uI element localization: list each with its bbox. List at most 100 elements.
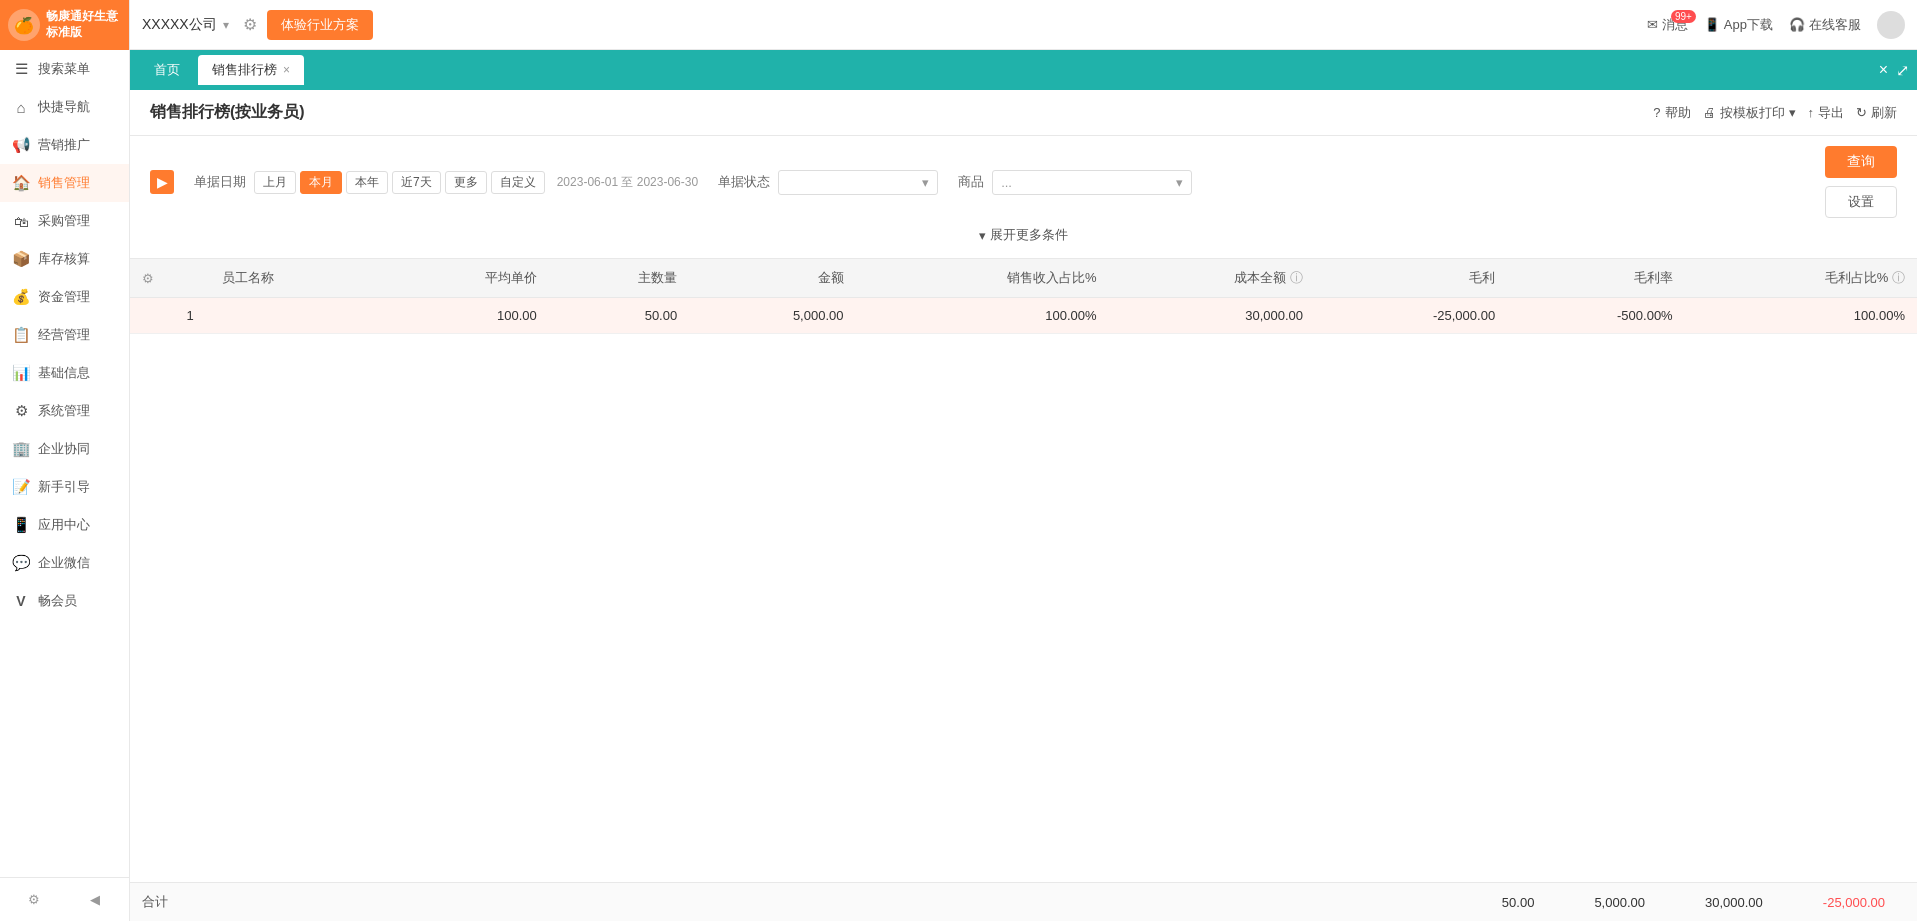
topbar: XXXXX公司 ▾ ⚙ 体验行业方案 ✉ 消息 99+ 📱 App下载 🎧 在线…	[130, 0, 1917, 50]
sidebar-item-finance[interactable]: 💰 资金管理	[0, 278, 129, 316]
td-sales-pct: 100.00%	[856, 298, 1109, 334]
footer-total-label: 合计	[142, 893, 342, 911]
message-button[interactable]: ✉ 消息 99+	[1647, 16, 1688, 34]
td-gross: -25,000.00	[1315, 298, 1507, 334]
expand-conditions-button[interactable]: ▾ 展开更多条件	[979, 226, 1068, 244]
date-btn-last-month[interactable]: 上月	[254, 171, 296, 194]
enterprise-icon: 🏢	[12, 440, 30, 458]
th-name: 员工名称	[210, 259, 379, 298]
operations-icon: 📋	[12, 326, 30, 344]
user-avatar[interactable]	[1877, 11, 1905, 39]
page-header: 销售排行榜(按业务员) ? 帮助 🖨 按模板打印 ▾ ↑ 导出 ↻ 刷新	[130, 90, 1917, 136]
window-expand-icon[interactable]: ⤢	[1896, 61, 1909, 80]
member-icon: V	[12, 593, 30, 609]
footer-qty: 50.00	[1502, 895, 1535, 910]
status-select[interactable]: ▾	[778, 170, 938, 195]
app-download-button[interactable]: 📱 App下载	[1704, 16, 1773, 34]
td-gross-rate: -500.00%	[1507, 298, 1685, 334]
sidebar-item-member[interactable]: V 畅会员	[0, 582, 129, 620]
table-container: ⚙ 员工名称 平均单价 主数量 金额 销售收入占比% 成本全额 ⓘ 毛利	[130, 259, 1917, 882]
guide-icon: 📝	[12, 478, 30, 496]
th-gross-rate: 毛利率	[1507, 259, 1685, 298]
page-title: 销售排行榜(按业务员)	[150, 102, 305, 123]
filter-row: ▶ 单据日期 上月 本月 本年 近7天 更多 自定义 2023-06-01 至 …	[150, 146, 1897, 218]
sidebar-settings-btn[interactable]: ⚙	[8, 886, 61, 913]
tab-sales-ranking[interactable]: 销售排行榜 ×	[198, 55, 304, 85]
gross-pct-info-icon[interactable]: ⓘ	[1892, 270, 1905, 285]
sidebar-item-purchase[interactable]: 🛍 采购管理	[0, 202, 129, 240]
filter-toggle-button[interactable]: ▶	[150, 170, 174, 194]
purchase-icon: 🛍	[12, 213, 30, 230]
date-btn-this-year[interactable]: 本年	[346, 171, 388, 194]
status-dropdown-arrow: ▾	[922, 175, 929, 190]
sidebar-item-basic-info[interactable]: 📊 基础信息	[0, 354, 129, 392]
date-filter: 单据日期 上月 本月 本年 近7天 更多 自定义 2023-06-01 至 20…	[194, 171, 698, 194]
date-btn-this-month[interactable]: 本月	[300, 171, 342, 194]
th-avg-price: 平均单价	[379, 259, 548, 298]
goods-select[interactable]: ... ▾	[992, 170, 1192, 195]
sales-icon: 🏠	[12, 174, 30, 192]
sidebar-item-enterprise[interactable]: 🏢 企业协同	[0, 430, 129, 468]
sidebar: 🍊 畅康通好生意 标准版 ☰ 搜索菜单 ⌂ 快捷导航 📢 营销推广 🏠 销售管理…	[0, 0, 130, 921]
td-cost: 30,000.00	[1109, 298, 1315, 334]
sidebar-item-operations[interactable]: 📋 经营管理	[0, 316, 129, 354]
th-gross-pct: 毛利占比% ⓘ	[1685, 259, 1917, 298]
expand-icon: ▾	[979, 228, 986, 243]
topbar-gear-icon[interactable]: ⚙	[243, 15, 257, 34]
message-badge: 99+	[1671, 10, 1696, 23]
template-print-button[interactable]: 🖨 按模板打印 ▾	[1703, 104, 1796, 122]
table-footer: 合计 50.00 5,000.00 30,000.00 -25,000.00	[130, 882, 1917, 921]
th-sales-pct: 销售收入占比%	[856, 259, 1109, 298]
export-button[interactable]: ↑ 导出	[1808, 104, 1845, 122]
sidebar-item-sales[interactable]: 🏠 销售管理	[0, 164, 129, 202]
company-selector[interactable]: XXXXX公司 ▾	[142, 16, 229, 34]
message-icon: ✉	[1647, 17, 1658, 32]
sidebar-item-system[interactable]: ⚙ 系统管理	[0, 392, 129, 430]
status-label: 单据状态	[718, 173, 770, 191]
tab-close-icon[interactable]: ×	[283, 63, 290, 77]
sidebar-item-guide[interactable]: 📝 新手引导	[0, 468, 129, 506]
cost-info-icon[interactable]: ⓘ	[1290, 270, 1303, 285]
online-service-button[interactable]: 🎧 在线客服	[1789, 16, 1861, 34]
th-rank	[170, 259, 210, 298]
finance-icon: 💰	[12, 288, 30, 306]
goods-filter: 商品 ... ▾	[958, 170, 1192, 195]
tab-home[interactable]: 首页	[138, 55, 196, 85]
status-filter: 单据状态 ▾	[718, 170, 938, 195]
sidebar-item-inventory[interactable]: 📦 库存核算	[0, 240, 129, 278]
app-center-icon: 📱	[12, 516, 30, 534]
sidebar-item-search-order[interactable]: ☰ 搜索菜单	[0, 50, 129, 88]
column-settings-icon[interactable]: ⚙	[142, 271, 154, 286]
mobile-icon: 📱	[1704, 17, 1720, 32]
th-cost: 成本全额 ⓘ	[1109, 259, 1315, 298]
trial-button[interactable]: 体验行业方案	[267, 10, 373, 40]
help-button[interactable]: ? 帮助	[1653, 104, 1690, 122]
sales-ranking-table: ⚙ 员工名称 平均单价 主数量 金额 销售收入占比% 成本全额 ⓘ 毛利	[130, 259, 1917, 334]
sidebar-item-marketing[interactable]: 📢 营销推广	[0, 126, 129, 164]
headset-icon: 🎧	[1789, 17, 1805, 32]
th-gross: 毛利	[1315, 259, 1507, 298]
date-range: 2023-06-01 至 2023-06-30	[557, 174, 698, 191]
sidebar-collapse-btn[interactable]: ◀	[69, 886, 122, 913]
export-icon: ↑	[1808, 105, 1815, 120]
date-btn-7days[interactable]: 近7天	[392, 171, 441, 194]
td-settings	[130, 298, 170, 334]
td-gross-pct: 100.00%	[1685, 298, 1917, 334]
sidebar-item-wechat[interactable]: 💬 企业微信	[0, 544, 129, 582]
refresh-icon: ↻	[1856, 105, 1867, 120]
date-btn-more[interactable]: 更多	[445, 171, 487, 194]
date-btn-custom[interactable]: 自定义	[491, 171, 545, 194]
query-button[interactable]: 查询	[1825, 146, 1897, 178]
sidebar-item-app-center[interactable]: 📱 应用中心	[0, 506, 129, 544]
inventory-icon: 📦	[12, 250, 30, 268]
settings-button[interactable]: 设置	[1825, 186, 1897, 218]
expand-row: ▾ 展开更多条件	[150, 218, 1897, 248]
print-dropdown-arrow: ▾	[1789, 105, 1796, 120]
tab-window-controls: × ⤢	[1879, 61, 1909, 80]
sidebar-item-quick-nav[interactable]: ⌂ 快捷导航	[0, 88, 129, 126]
refresh-button[interactable]: ↻ 刷新	[1856, 104, 1897, 122]
window-close-icon[interactable]: ×	[1879, 61, 1888, 80]
table-header: ⚙ 员工名称 平均单价 主数量 金额 销售收入占比% 成本全额 ⓘ 毛利	[130, 259, 1917, 298]
basic-info-icon: 📊	[12, 364, 30, 382]
td-name	[210, 298, 379, 334]
